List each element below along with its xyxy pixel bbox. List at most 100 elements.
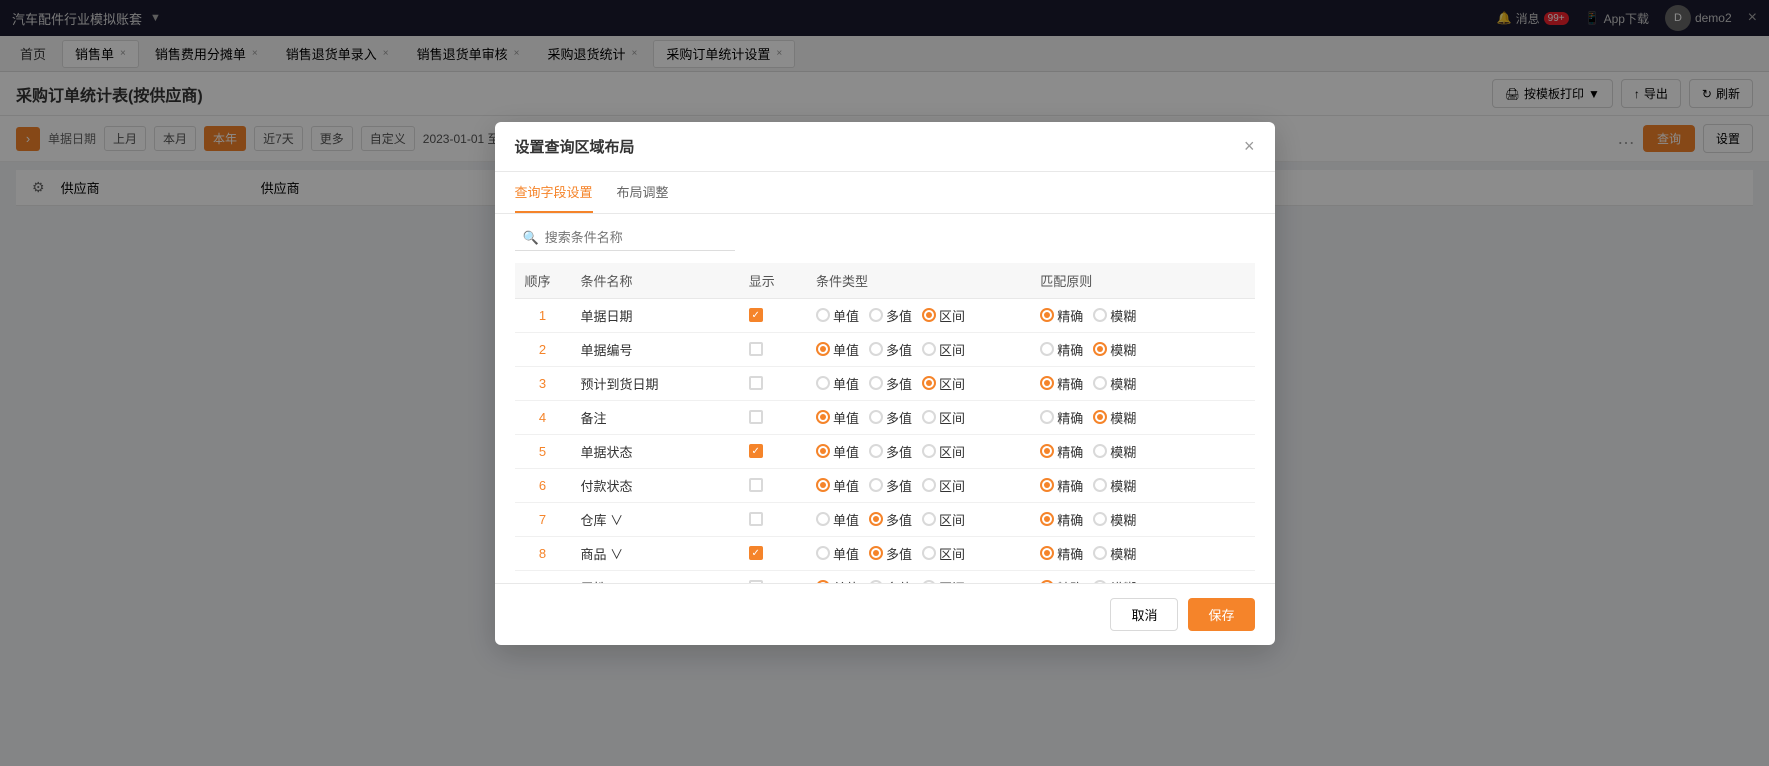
type-radio-单值[interactable]: 单值	[816, 306, 859, 325]
match-radio-精确[interactable]: 精确	[1040, 442, 1083, 461]
type-radio-多值[interactable]: 多值	[869, 476, 912, 495]
radio-circle	[922, 410, 936, 424]
row-order: 6	[515, 468, 571, 502]
type-radio-单值[interactable]: 单值	[816, 510, 859, 529]
radio-circle	[1093, 444, 1107, 458]
radio-circle	[1040, 410, 1054, 424]
match-radio-精确[interactable]: 精确	[1040, 340, 1083, 359]
row-type: 单值多值区间	[806, 570, 1030, 583]
match-radio-精确[interactable]: 精确	[1040, 374, 1083, 393]
match-radio-模糊[interactable]: 模糊	[1093, 408, 1136, 427]
type-radio-区间[interactable]: 区间	[922, 340, 965, 359]
modal-tab-layout[interactable]: 布局调整	[617, 172, 669, 213]
row-show[interactable]	[739, 434, 806, 468]
type-radio-多值[interactable]: 多值	[869, 374, 912, 393]
row-name: 预计到货日期	[571, 366, 739, 400]
row-type: 单值多值区间	[806, 434, 1030, 468]
show-checkbox[interactable]	[749, 444, 763, 458]
type-radio-多值[interactable]: 多值	[869, 510, 912, 529]
radio-circle	[1093, 308, 1107, 322]
match-radio-模糊[interactable]: 模糊	[1093, 306, 1136, 325]
match-radio-模糊[interactable]: 模糊	[1093, 476, 1136, 495]
search-input[interactable]	[545, 230, 725, 245]
show-checkbox[interactable]	[749, 376, 763, 390]
type-radio-多值[interactable]: 多值	[869, 408, 912, 427]
match-radio-精确[interactable]: 精确	[1040, 306, 1083, 325]
type-radio-单值[interactable]: 单值	[816, 476, 859, 495]
radio-circle	[816, 410, 830, 424]
table-row: 3预计到货日期 单值多值区间 精确模糊	[515, 366, 1255, 400]
modal-search-area: 🔍	[495, 214, 1275, 263]
type-radio-单值[interactable]: 单值	[816, 408, 859, 427]
type-radio-单值[interactable]: 单值	[816, 544, 859, 563]
type-radio-多值[interactable]: 多值	[869, 544, 912, 563]
show-checkbox[interactable]	[749, 342, 763, 356]
match-radio-精确[interactable]: 精确	[1040, 544, 1083, 563]
type-radio-多值[interactable]: 多值	[869, 442, 912, 461]
row-match: 精确模糊	[1030, 536, 1254, 570]
match-radio-模糊[interactable]: 模糊	[1093, 374, 1136, 393]
table-scroll-area[interactable]: 顺序 条件名称 显示 条件类型 匹配原则 1单据日期单值多值区间精确模糊2单据编…	[515, 263, 1255, 583]
type-radio-区间[interactable]: 区间	[922, 408, 965, 427]
match-radio-精确[interactable]: 精确	[1040, 476, 1083, 495]
type-radio-区间[interactable]: 区间	[922, 374, 965, 393]
row-show[interactable]	[739, 366, 806, 400]
type-radio-单值[interactable]: 单值	[816, 374, 859, 393]
th-match: 匹配原则	[1030, 263, 1254, 299]
cancel-btn[interactable]: 取消	[1110, 598, 1178, 631]
show-checkbox[interactable]	[749, 478, 763, 492]
row-match: 精确模糊	[1030, 400, 1254, 434]
row-order: 2	[515, 332, 571, 366]
row-name: 属性 ∨	[571, 570, 739, 583]
type-radio-单值[interactable]: 单值	[816, 340, 859, 359]
save-btn[interactable]: 保存	[1188, 598, 1254, 631]
row-name: 付款状态	[571, 468, 739, 502]
type-radio-区间[interactable]: 区间	[922, 544, 965, 563]
show-checkbox[interactable]	[749, 546, 763, 560]
row-show[interactable]	[739, 400, 806, 434]
search-icon: 🔍	[523, 230, 539, 246]
match-radio-模糊[interactable]: 模糊	[1093, 544, 1136, 563]
row-show[interactable]	[739, 468, 806, 502]
modal-close-btn[interactable]: ×	[1244, 137, 1255, 155]
show-checkbox[interactable]	[749, 308, 763, 322]
radio-circle	[816, 512, 830, 526]
radio-circle	[816, 478, 830, 492]
type-radio-区间[interactable]: 区间	[922, 476, 965, 495]
match-radio-模糊[interactable]: 模糊	[1093, 340, 1136, 359]
match-radio-精确[interactable]: 精确	[1040, 408, 1083, 427]
type-radio-单值[interactable]: 单值	[816, 442, 859, 461]
radio-circle	[1093, 546, 1107, 560]
show-checkbox[interactable]	[749, 512, 763, 526]
type-radio-多值[interactable]: 多值	[869, 340, 912, 359]
radio-circle	[869, 308, 883, 322]
match-radio-精确[interactable]: 精确	[1040, 510, 1083, 529]
row-order: 7	[515, 502, 571, 536]
match-radio-模糊[interactable]: 模糊	[1093, 510, 1136, 529]
show-checkbox[interactable]	[749, 410, 763, 424]
match-radio-模糊[interactable]: 模糊	[1093, 442, 1136, 461]
row-show[interactable]	[739, 298, 806, 332]
row-show[interactable]	[739, 536, 806, 570]
row-order: 3	[515, 366, 571, 400]
row-match: 精确模糊	[1030, 298, 1254, 332]
type-radio-多值[interactable]: 多值	[869, 306, 912, 325]
type-radio-区间[interactable]: 区间	[922, 442, 965, 461]
radio-circle	[1093, 342, 1107, 356]
row-show[interactable]	[739, 332, 806, 366]
type-radio-区间[interactable]: 区间	[922, 306, 965, 325]
table-row: 5单据状态单值多值区间精确模糊	[515, 434, 1255, 468]
radio-circle	[922, 342, 936, 356]
modal-tabs: 查询字段设置 布局调整	[495, 172, 1275, 214]
radio-circle	[869, 376, 883, 390]
modal-tab-query[interactable]: 查询字段设置	[515, 172, 593, 213]
row-name: 备注	[571, 400, 739, 434]
radio-circle	[816, 376, 830, 390]
modal-footer: 取消 保存	[495, 583, 1275, 645]
modal-header: 设置查询区域布局 ×	[495, 122, 1275, 172]
type-radio-区间[interactable]: 区间	[922, 510, 965, 529]
row-name: 仓库 ∨	[571, 502, 739, 536]
row-show[interactable]	[739, 502, 806, 536]
radio-circle	[869, 546, 883, 560]
row-show[interactable]	[739, 570, 806, 583]
